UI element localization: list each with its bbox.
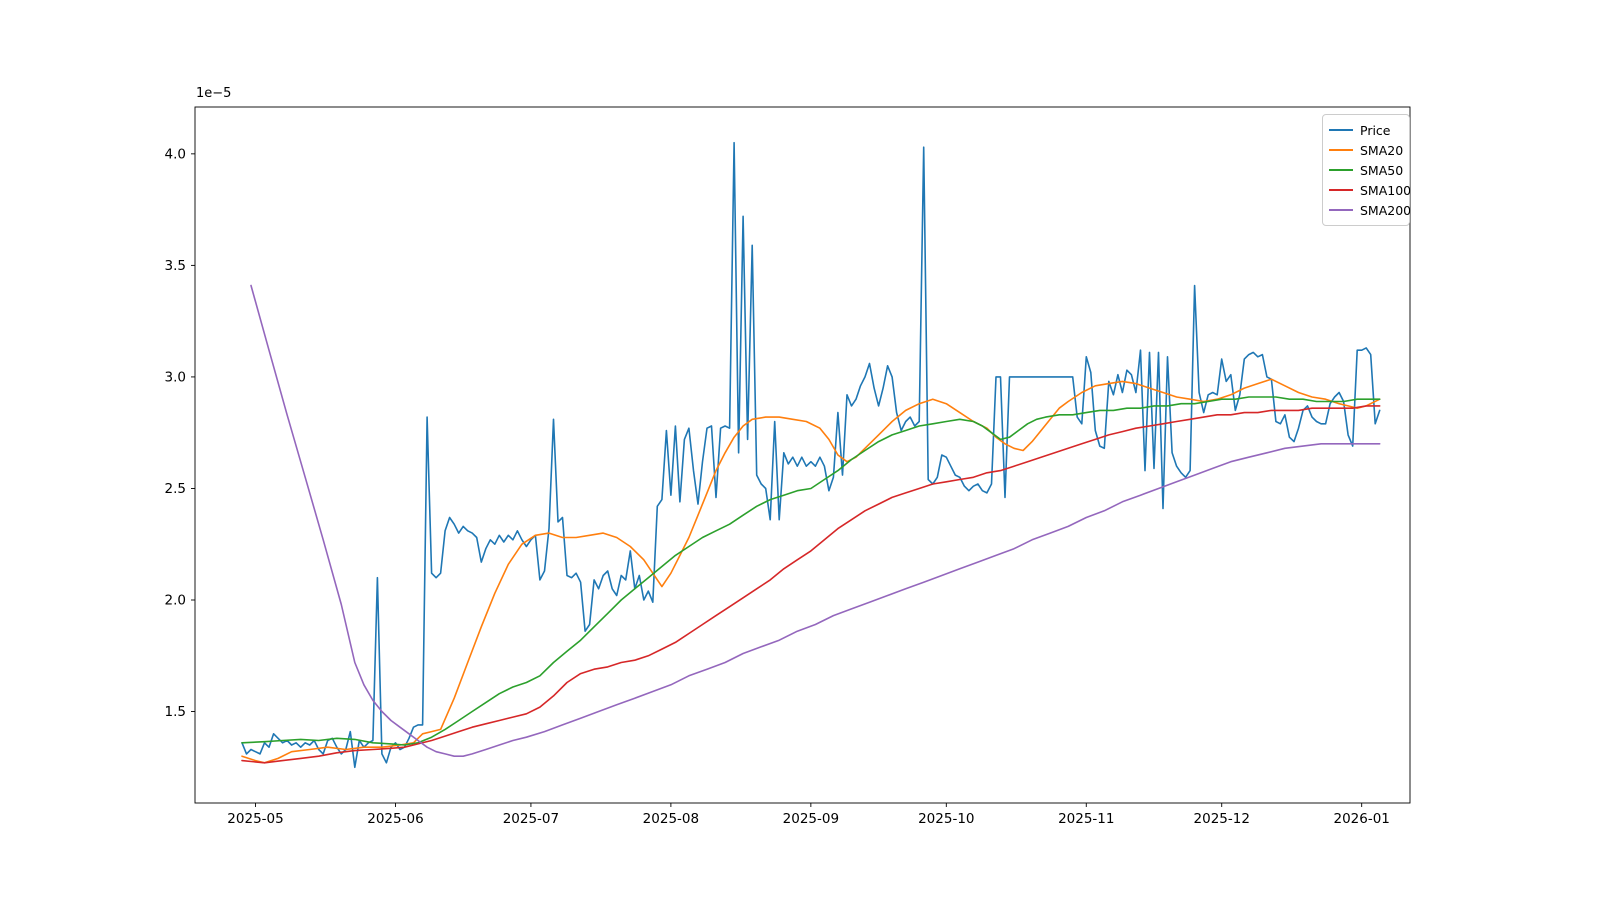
y-axis-tick-label: 4.0 [165,146,186,162]
legend-label: SMA50 [1360,162,1404,178]
y-axis-offset-text: 1e−5 [196,86,231,101]
legend-item-sma100: SMA100 [1329,180,1411,200]
legend-label: Price [1360,122,1391,138]
x-axis-tick-label: 2025-08 [643,811,699,827]
x-axis-tick-label: 2025-06 [367,811,423,827]
legend-label: SMA200 [1360,202,1412,218]
legend-item-price: Price [1329,120,1403,140]
legend-item-sma200: SMA200 [1329,200,1411,220]
legend-swatch-sma200 [1329,209,1353,211]
x-axis-tick-label: 2025-11 [1058,811,1114,827]
y-axis-tick-label: 2.0 [165,593,186,609]
legend-swatch-sma100 [1329,189,1353,191]
y-axis-tick-label: 3.0 [165,369,186,385]
y-axis-tick-label: 3.5 [165,258,186,274]
y-axis-tick-label: 2.5 [165,481,186,497]
x-axis-tick-label: 2025-05 [227,811,283,827]
x-axis-tick-label: 2026-01 [1333,811,1389,827]
series-line-sma50 [241,396,1381,746]
series-line-sma200 [250,284,1381,758]
series-line-price [241,141,1381,769]
series-line-sma20 [241,378,1381,764]
y-axis-tick-label: 1.5 [165,704,186,720]
legend-swatch-price [1329,129,1353,131]
x-axis-tick-label: 2025-09 [783,811,839,827]
x-axis-tick-label: 2025-07 [503,811,559,827]
legend: Price SMA20 SMA50 SMA100 SMA200 [1322,114,1411,226]
x-axis-tick-label: 2025-12 [1194,811,1250,827]
series-line-sma100 [241,405,1381,764]
legend-swatch-sma50 [1329,169,1353,171]
price-chart-figure: 1e−5 2025-05 2025-06 2025-07 2025-08 2025-09 2… [0,0,1600,900]
legend-label: SMA100 [1360,182,1412,198]
x-axis-tick-label: 2025-10 [918,811,974,827]
legend-item-sma50: SMA50 [1329,160,1403,180]
legend-label: SMA20 [1360,142,1404,158]
axes-frame [194,106,1411,804]
legend-item-sma20: SMA20 [1329,140,1403,160]
legend-swatch-sma20 [1329,149,1353,151]
